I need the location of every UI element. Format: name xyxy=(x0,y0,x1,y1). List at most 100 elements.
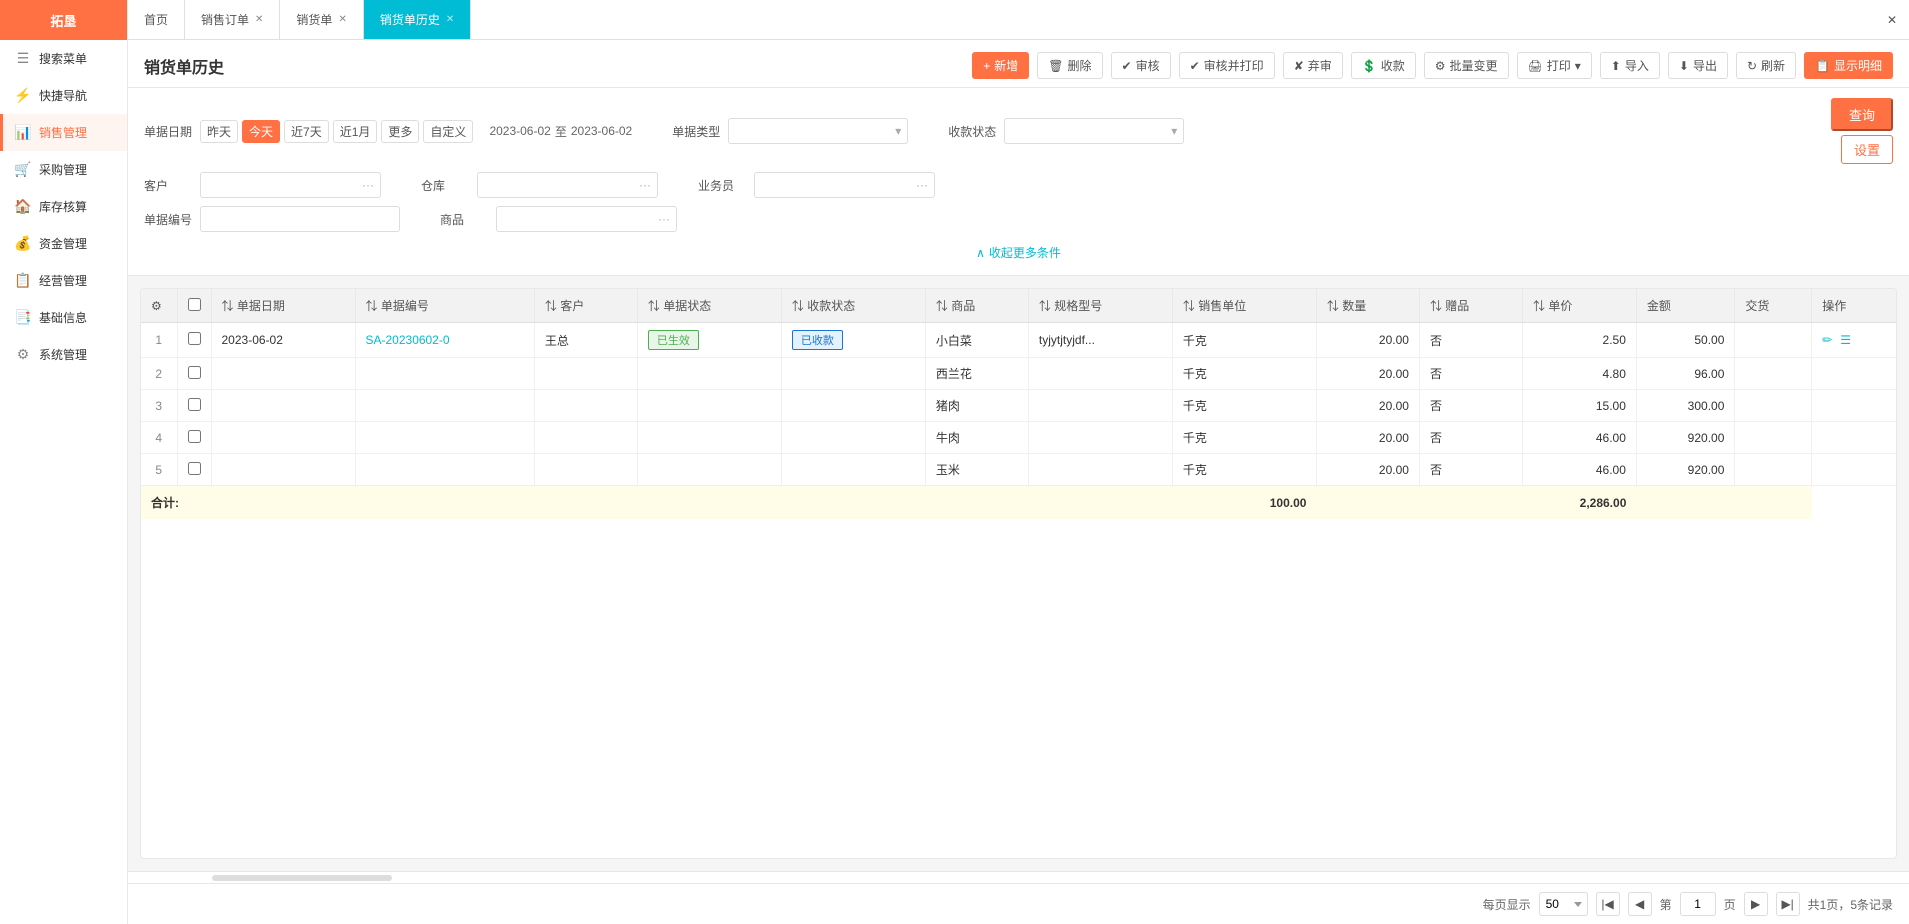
sidebar-item-label: 快捷导航 xyxy=(39,87,87,104)
row-spec xyxy=(1028,358,1172,390)
th-status[interactable]: ⇅ 单据状态 xyxy=(637,289,781,323)
export-button[interactable]: ⬇ 导出 xyxy=(1668,52,1728,79)
collapse-up-icon: ∧ xyxy=(976,246,985,260)
tab-sales-history[interactable]: 销货单历史 ✕ xyxy=(364,0,471,39)
date-btn-today[interactable]: 今天 xyxy=(242,120,280,143)
per-page-select[interactable]: 50 100 200 xyxy=(1539,892,1588,916)
date-btn-1month[interactable]: 近1月 xyxy=(333,120,378,143)
sidebar-item-basic-info[interactable]: 📑 基础信息 xyxy=(0,299,127,336)
tab-sales-order[interactable]: 销售订单 ✕ xyxy=(185,0,280,39)
warehouse-input[interactable] xyxy=(484,178,639,192)
first-page-btn[interactable]: |◀ xyxy=(1596,892,1620,916)
sidebar-item-finance[interactable]: 💰 资金管理 xyxy=(0,225,127,262)
import-button[interactable]: ⬆ 导入 xyxy=(1600,52,1660,79)
row-delivery xyxy=(1735,454,1812,486)
payment-status-dropdown-icon[interactable]: ▾ xyxy=(1171,124,1177,138)
close-sales-history-tab[interactable]: ✕ xyxy=(446,14,454,25)
th-amount[interactable]: 金额 xyxy=(1636,289,1735,323)
date-filter-field: 单据日期 昨天 今天 近7天 近1月 更多 自定义 xyxy=(144,120,473,143)
row-actions xyxy=(1812,358,1896,390)
th-doc-no[interactable]: ⇅ 单据编号 xyxy=(355,289,534,323)
doc-type-dropdown-icon[interactable]: ▾ xyxy=(895,124,901,138)
sidebar-item-purchase-mgmt[interactable]: 🛒 采购管理 xyxy=(0,151,127,188)
row-gift: 否 xyxy=(1419,323,1522,358)
doc-type-input[interactable] xyxy=(735,124,895,138)
th-price[interactable]: ⇅ 单价 xyxy=(1522,289,1636,323)
audit-print-button[interactable]: ✔ 审核并打印 xyxy=(1179,52,1275,79)
th-gift[interactable]: ⇅ 赠品 xyxy=(1419,289,1522,323)
last-page-btn[interactable]: ▶| xyxy=(1776,892,1800,916)
sidebar-item-search-menu[interactable]: ☰ 搜索菜单 xyxy=(0,40,127,77)
select-all-checkbox[interactable] xyxy=(188,298,201,311)
warehouse-dots-icon[interactable]: ··· xyxy=(639,178,651,192)
scrollbar-thumb[interactable] xyxy=(212,875,392,881)
query-button[interactable]: 查询 xyxy=(1831,98,1893,131)
horizontal-scrollbar[interactable] xyxy=(128,871,1909,883)
th-spec[interactable]: ⇅ 规格型号 xyxy=(1028,289,1172,323)
tab-sales-delivery[interactable]: 销货单 ✕ xyxy=(280,0,363,39)
sidebar-item-sales-mgmt[interactable]: 📊 销售管理 xyxy=(0,114,127,151)
collapse-button[interactable]: ∧ 收起更多条件 xyxy=(144,240,1893,265)
prev-page-btn[interactable]: ◀ xyxy=(1628,892,1652,916)
customer-dots-icon[interactable]: ··· xyxy=(362,178,374,192)
detail-icon[interactable]: ☰ xyxy=(1840,333,1851,347)
goods-dots-icon[interactable]: ··· xyxy=(658,212,670,226)
audit-button[interactable]: ✔ 审核 xyxy=(1111,52,1171,79)
row-gift: 否 xyxy=(1419,454,1522,486)
close-sales-delivery-tab[interactable]: ✕ xyxy=(338,14,346,25)
date-btn-yesterday[interactable]: 昨天 xyxy=(200,120,238,143)
th-qty[interactable]: ⇅ 数量 xyxy=(1316,289,1419,323)
date-btn-custom[interactable]: 自定义 xyxy=(423,120,473,143)
sidebar-item-label: 经营管理 xyxy=(39,272,87,289)
row-gift: 否 xyxy=(1419,390,1522,422)
print-button[interactable]: 🖨 打印 ▾ xyxy=(1517,52,1592,79)
row-checkbox xyxy=(177,390,211,422)
doc-number-input[interactable] xyxy=(200,206,400,232)
refresh-button[interactable]: ↻ 刷新 xyxy=(1736,52,1796,79)
th-pay-status[interactable]: ⇅ 收款状态 xyxy=(781,289,925,323)
audit-print-icon: ✔ xyxy=(1190,59,1200,73)
staff-input[interactable] xyxy=(761,178,916,192)
staff-dots-icon[interactable]: ··· xyxy=(916,178,928,192)
setting-button[interactable]: 设置 xyxy=(1841,135,1893,164)
print-icon: 🖨 xyxy=(1528,59,1543,73)
date-btn-7days[interactable]: 近7天 xyxy=(284,120,329,143)
row-delivery xyxy=(1735,323,1812,358)
row-actions: ✏☰ xyxy=(1812,323,1896,358)
edit-icon[interactable]: ✏ xyxy=(1822,333,1832,347)
abandon-button[interactable]: ✘ 弃审 xyxy=(1283,52,1343,79)
customer-input[interactable] xyxy=(207,178,362,192)
row-goods: 玉米 xyxy=(925,454,1028,486)
row-price: 46.00 xyxy=(1522,422,1636,454)
add-button[interactable]: + 新增 xyxy=(972,52,1029,79)
receive-button[interactable]: 💲 收款 xyxy=(1351,52,1416,79)
sidebar-item-inventory[interactable]: 🏠 库存核算 xyxy=(0,188,127,225)
show-detail-button[interactable]: 📋 显示明细 xyxy=(1804,52,1893,79)
next-page-btn[interactable]: ▶ xyxy=(1744,892,1768,916)
page-number-input[interactable] xyxy=(1680,892,1716,916)
batch-change-button[interactable]: ⚙ 批量变更 xyxy=(1424,52,1509,79)
goods-input[interactable] xyxy=(503,212,658,226)
row-pay-status: 已收款 xyxy=(781,323,925,358)
toolbar: + 新增 🗑 删除 ✔ 审核 ✔ 审核并打印 ✘ 弃审 xyxy=(972,52,1893,79)
date-btn-more[interactable]: 更多 xyxy=(381,120,419,143)
table-settings-icon[interactable]: ⚙ xyxy=(151,299,162,313)
payment-status-input[interactable] xyxy=(1011,124,1171,138)
tab-bar-close-btn[interactable]: ✕ xyxy=(1875,0,1909,39)
sidebar-item-system[interactable]: ⚙ 系统管理 xyxy=(0,336,127,373)
th-date[interactable]: ⇅ 单据日期 xyxy=(211,289,355,323)
delete-button[interactable]: 🗑 删除 xyxy=(1037,52,1102,79)
operations-icon: 📋 xyxy=(15,273,31,289)
th-unit[interactable]: ⇅ 销售单位 xyxy=(1172,289,1316,323)
tab-home-label: 首页 xyxy=(144,11,168,28)
date-range-value: 2023-06-02 至 2023-06-02 xyxy=(489,123,632,140)
table-container: ⚙ ⇅ 单据日期 ⇅ 单据编号 ⇅ 客户 ⇅ 单据状态 xyxy=(140,288,1897,859)
sidebar-item-operations[interactable]: 📋 经营管理 xyxy=(0,262,127,299)
th-customer[interactable]: ⇅ 客户 xyxy=(534,289,637,323)
row-checkbox xyxy=(177,358,211,390)
tab-home[interactable]: 首页 xyxy=(128,0,185,39)
sidebar-item-quick-nav[interactable]: ⚡ 快捷导航 xyxy=(0,77,127,114)
th-goods[interactable]: ⇅ 商品 xyxy=(925,289,1028,323)
close-sales-order-tab[interactable]: ✕ xyxy=(255,14,263,25)
th-delivery[interactable]: 交货 xyxy=(1735,289,1812,323)
